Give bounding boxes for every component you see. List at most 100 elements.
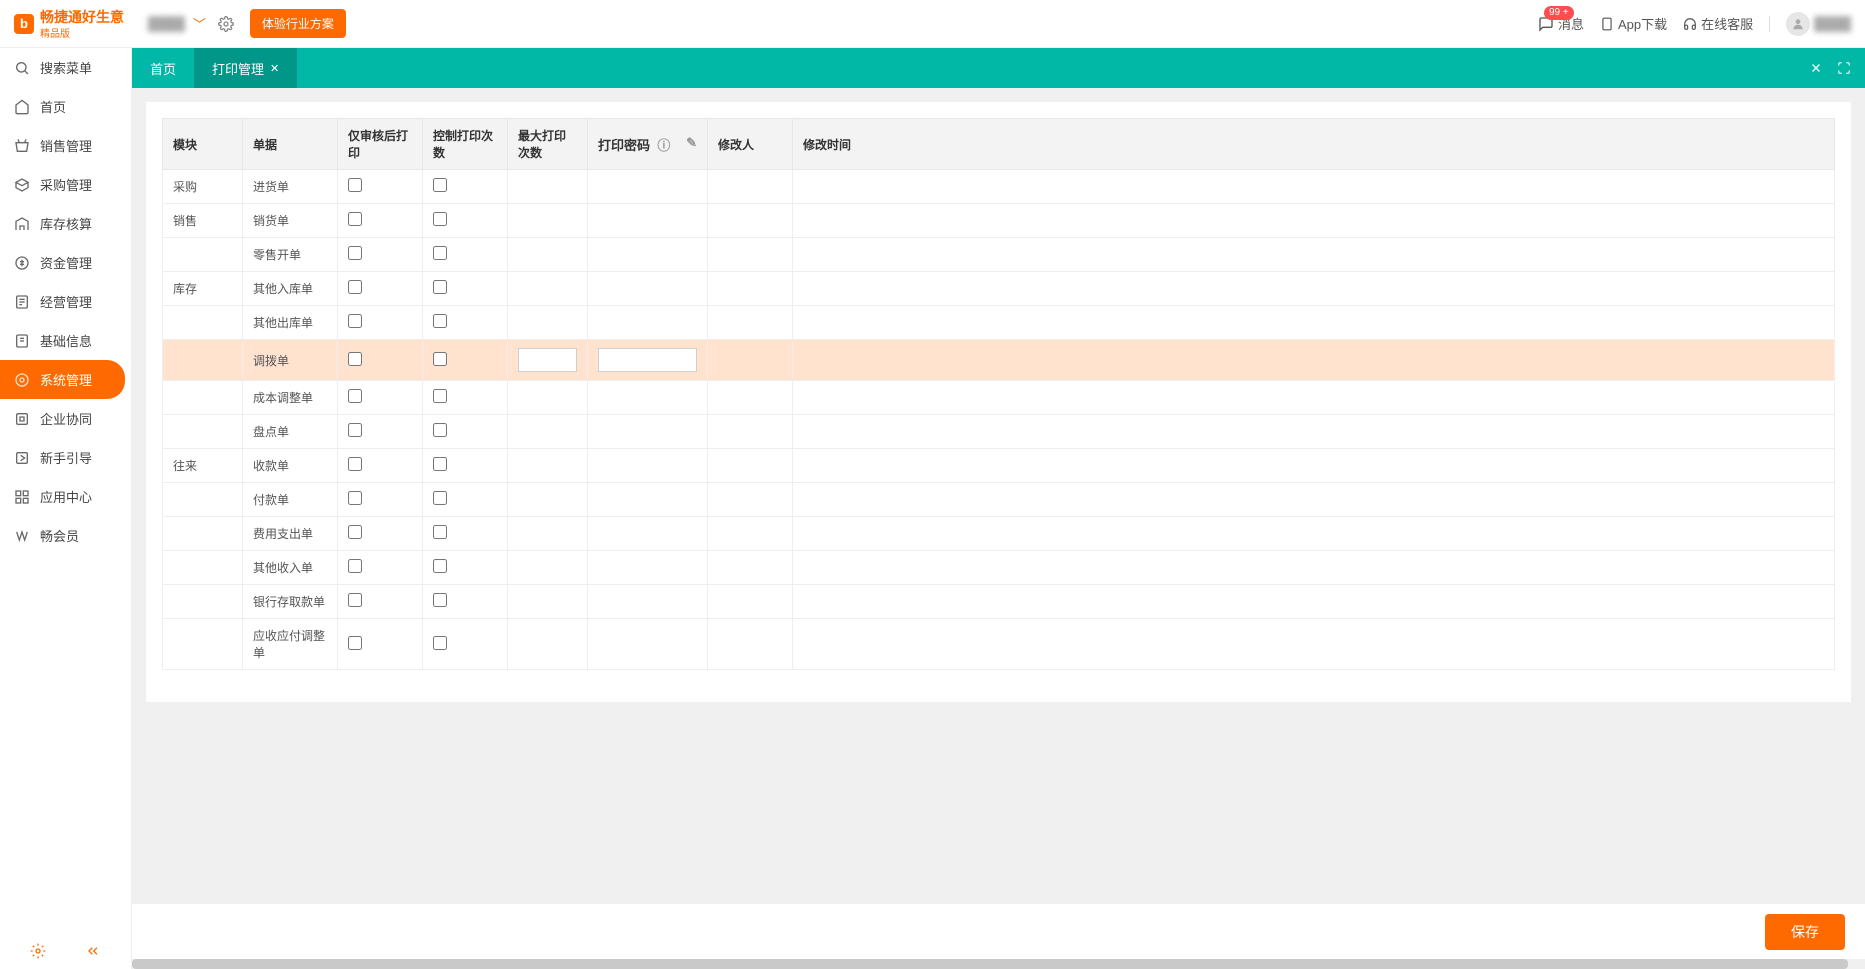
fullscreen-icon[interactable] [1837, 61, 1851, 75]
table-row[interactable]: 销售销货单 [163, 204, 1835, 238]
tenant-selector[interactable]: ████ ﹀ [148, 14, 234, 33]
sidebar-item-home[interactable]: 首页 [0, 87, 131, 126]
checkbox-audit-only[interactable] [348, 314, 362, 328]
checkbox-control-count[interactable] [433, 525, 447, 539]
table-row[interactable]: 付款单 [163, 483, 1835, 517]
cell-modifier [708, 517, 793, 551]
sidebar-item-label: 采购管理 [40, 175, 92, 194]
save-button[interactable]: 保存 [1765, 914, 1845, 950]
checkbox-control-count[interactable] [433, 352, 447, 366]
table-header: 模块 [163, 119, 243, 170]
checkbox-control-count[interactable] [433, 593, 447, 607]
sidebar-item-money[interactable]: 资金管理 [0, 243, 131, 282]
cell-password [588, 619, 708, 670]
table-row[interactable]: 费用支出单 [163, 517, 1835, 551]
edit-icon[interactable]: ✎ [686, 135, 697, 151]
password-input[interactable] [598, 348, 697, 372]
table-row[interactable]: 库存其他入库单 [163, 272, 1835, 306]
gear-icon[interactable] [218, 16, 234, 32]
checkbox-audit-only[interactable] [348, 457, 362, 471]
sidebar-item-team[interactable]: 企业协同 [0, 399, 131, 438]
cell-password [588, 272, 708, 306]
sidebar-item-report[interactable]: 经营管理 [0, 282, 131, 321]
cell-max-print [508, 170, 588, 204]
checkbox-control-count[interactable] [433, 491, 447, 505]
app-download-link[interactable]: App下载 [1600, 14, 1667, 33]
table-row[interactable]: 其他出库单 [163, 306, 1835, 340]
cell-modify-time [793, 170, 1835, 204]
settings-icon[interactable] [30, 943, 46, 959]
cell-modify-time [793, 585, 1835, 619]
sidebar-item-guide[interactable]: 新手引导 [0, 438, 131, 477]
checkbox-control-count[interactable] [433, 457, 447, 471]
cell-audit-only [338, 415, 423, 449]
cell-modifier [708, 551, 793, 585]
checkbox-audit-only[interactable] [348, 246, 362, 260]
checkbox-audit-only[interactable] [348, 178, 362, 192]
trial-industry-button[interactable]: 体验行业方案 [250, 9, 346, 38]
table-row[interactable]: 成本调整单 [163, 381, 1835, 415]
sidebar-item-apps[interactable]: 应用中心 [0, 477, 131, 516]
collapse-sidebar-icon[interactable] [85, 943, 101, 959]
table-row[interactable]: 银行存取款单 [163, 585, 1835, 619]
checkbox-audit-only[interactable] [348, 389, 362, 403]
cell-password [588, 517, 708, 551]
checkbox-control-count[interactable] [433, 389, 447, 403]
cell-audit-only [338, 517, 423, 551]
close-all-tabs-icon[interactable] [1809, 61, 1823, 75]
sidebar-item-warehouse[interactable]: 库存核算 [0, 204, 131, 243]
checkbox-audit-only[interactable] [348, 525, 362, 539]
sidebar-item-label: 首页 [40, 97, 66, 116]
sidebar-item-cart[interactable]: 销售管理 [0, 126, 131, 165]
cell-password [588, 551, 708, 585]
search-icon [14, 60, 30, 76]
table-row[interactable]: 往来收款单 [163, 449, 1835, 483]
checkbox-audit-only[interactable] [348, 636, 362, 650]
cell-max-print [508, 551, 588, 585]
checkbox-control-count[interactable] [433, 212, 447, 226]
checkbox-control-count[interactable] [433, 559, 447, 573]
home-icon [14, 99, 30, 115]
checkbox-audit-only[interactable] [348, 559, 362, 573]
online-service-label: 在线客服 [1701, 14, 1753, 33]
cell-doc: 应收应付调整单 [243, 619, 338, 670]
table-row[interactable]: 零售开单 [163, 238, 1835, 272]
content-card: 模块单据仅审核后打印控制打印次数最大打印次数打印密码 ⓘ✎修改人修改时间 采购进… [146, 102, 1851, 702]
user-menu[interactable]: ████ [1786, 12, 1851, 36]
money-icon [14, 255, 30, 271]
sidebar-item-info[interactable]: 基础信息 [0, 321, 131, 360]
checkbox-control-count[interactable] [433, 280, 447, 294]
checkbox-control-count[interactable] [433, 636, 447, 650]
checkbox-control-count[interactable] [433, 246, 447, 260]
tab-打印管理[interactable]: 打印管理✕ [194, 48, 297, 88]
warehouse-icon [14, 216, 30, 232]
table-row[interactable]: 盘点单 [163, 415, 1835, 449]
checkbox-audit-only[interactable] [348, 491, 362, 505]
table-row[interactable]: 调拨单 [163, 340, 1835, 381]
cell-module [163, 306, 243, 340]
online-service-link[interactable]: 在线客服 [1683, 14, 1753, 33]
max-print-input[interactable] [518, 348, 577, 372]
checkbox-control-count[interactable] [433, 314, 447, 328]
checkbox-audit-only[interactable] [348, 352, 362, 366]
sidebar-item-system[interactable]: 系统管理 [0, 360, 125, 399]
sidebar-item-search[interactable]: 搜索菜单 [0, 48, 131, 87]
close-icon[interactable]: ✕ [270, 62, 279, 75]
sidebar-item-box[interactable]: 采购管理 [0, 165, 131, 204]
table-row[interactable]: 其他收入单 [163, 551, 1835, 585]
checkbox-control-count[interactable] [433, 423, 447, 437]
table-row[interactable]: 应收应付调整单 [163, 619, 1835, 670]
tab-首页[interactable]: 首页 [132, 48, 194, 88]
sidebar-item-vip[interactable]: 畅会员 [0, 516, 131, 555]
messages-link[interactable]: 消息 99 + [1538, 14, 1584, 33]
checkbox-audit-only[interactable] [348, 593, 362, 607]
checkbox-audit-only[interactable] [348, 423, 362, 437]
horizontal-scrollbar[interactable] [132, 959, 1865, 969]
checkbox-audit-only[interactable] [348, 212, 362, 226]
table-header: 仅审核后打印 [338, 119, 423, 170]
table-row[interactable]: 采购进货单 [163, 170, 1835, 204]
checkbox-audit-only[interactable] [348, 280, 362, 294]
cell-password [588, 238, 708, 272]
help-icon[interactable]: ⓘ [657, 138, 670, 153]
checkbox-control-count[interactable] [433, 178, 447, 192]
